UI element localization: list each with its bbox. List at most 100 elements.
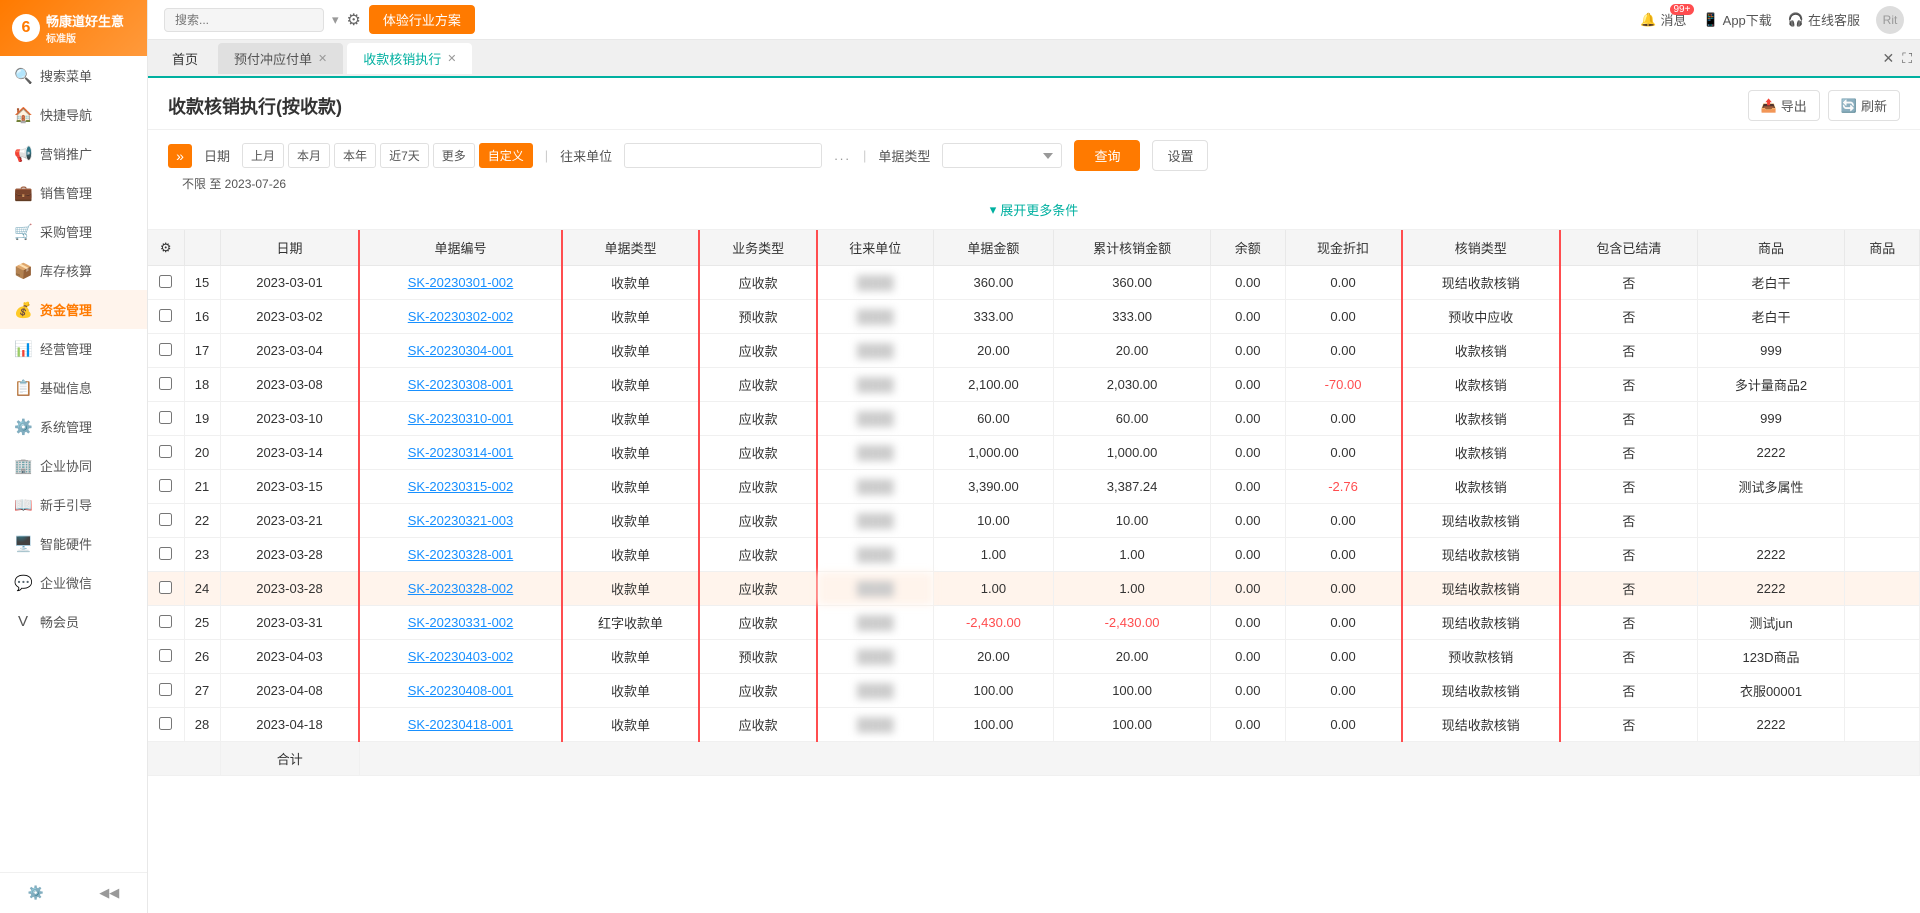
online-service-btn[interactable]: 🎧 在线客服 [1788,10,1860,29]
custom-date-btn[interactable]: 自定义 [479,143,533,168]
sidebar-item-sales[interactable]: 💼 销售管理 [0,173,147,212]
row-checkbox[interactable] [148,674,184,708]
sidebar-item-system[interactable]: ⚙️ 系统管理 [0,407,147,446]
sidebar-item-basic-info[interactable]: 📋 基础信息 [0,368,147,407]
sidebar-item-search[interactable]: 🔍 搜索菜单 [0,56,147,95]
row-bill-no[interactable]: SK-20230328-002 [359,572,561,606]
row-bill-no[interactable]: SK-20230301-002 [359,266,561,300]
tab-prepay[interactable]: 预付冲应付单 ✕ [218,43,343,74]
table-row[interactable]: 23 2023-03-28 SK-20230328-001 收款单 应收款 ██… [148,538,1920,572]
row-select-checkbox[interactable] [159,275,172,288]
expand-more-button[interactable]: ▾ 展开更多条件 [990,200,1079,219]
row-checkbox[interactable] [148,470,184,504]
row-bill-no[interactable]: SK-20230310-001 [359,402,561,436]
tab-fullscreen-btn[interactable]: ⛶ [1902,50,1912,67]
notification-icon[interactable]: 🔔 99+ 消息 [1640,10,1686,29]
row-select-checkbox[interactable] [159,683,172,696]
table-row[interactable]: 27 2023-04-08 SK-20230408-001 收款单 应收款 ██… [148,674,1920,708]
table-row[interactable]: 22 2023-03-21 SK-20230321-003 收款单 应收款 ██… [148,504,1920,538]
setting-button[interactable]: 设置 [1152,140,1208,171]
row-bill-no[interactable]: SK-20230403-002 [359,640,561,674]
row-select-checkbox[interactable] [159,615,172,628]
row-checkbox[interactable] [148,606,184,640]
this-month-btn[interactable]: 本月 [288,143,330,168]
row-checkbox[interactable] [148,708,184,742]
row-checkbox[interactable] [148,266,184,300]
tab-prepay-close-icon[interactable]: ✕ [318,52,327,65]
tab-collection-verify[interactable]: 收款核销执行 ✕ [347,43,472,74]
more-date-btn[interactable]: 更多 [433,143,475,168]
row-bill-no[interactable]: SK-20230308-001 [359,368,561,402]
sidebar-item-marketing[interactable]: 📢 营销推广 [0,134,147,173]
settings-icon[interactable]: ⚙ [347,10,361,30]
table-row[interactable]: 18 2023-03-08 SK-20230308-001 收款单 应收款 ██… [148,368,1920,402]
row-select-checkbox[interactable] [159,479,172,492]
export-button[interactable]: 📤 导出 [1748,90,1820,121]
table-row[interactable]: 21 2023-03-15 SK-20230315-002 收款单 应收款 ██… [148,470,1920,504]
row-checkbox[interactable] [148,368,184,402]
sidebar-item-member[interactable]: V 畅会员 [0,602,147,641]
row-bill-no[interactable]: SK-20230418-001 [359,708,561,742]
sidebar-item-wechat[interactable]: 💬 企业微信 [0,563,147,602]
table-row[interactable]: 17 2023-03-04 SK-20230304-001 收款单 应收款 ██… [148,334,1920,368]
row-bill-no[interactable]: SK-20230328-001 [359,538,561,572]
row-select-checkbox[interactable] [159,649,172,662]
last-month-btn[interactable]: 上月 [242,143,284,168]
sidebar-item-finance[interactable]: 💰 资金管理 [0,290,147,329]
table-container[interactable]: ⚙ 日期 单据编号 单据类型 业务类型 往来单位 单据金额 累计核销金额 余额 … [148,230,1920,913]
row-checkbox[interactable] [148,640,184,674]
industry-solution-button[interactable]: 体验行业方案 [369,5,475,34]
bill-type-select[interactable] [942,143,1062,168]
row-checkbox[interactable] [148,402,184,436]
refresh-button[interactable]: 🔄 刷新 [1828,90,1900,121]
row-bill-no[interactable]: SK-20230315-002 [359,470,561,504]
table-row[interactable]: 26 2023-04-03 SK-20230403-002 收款单 预收款 ██… [148,640,1920,674]
row-bill-no[interactable]: SK-20230331-002 [359,606,561,640]
tab-home[interactable]: 首页 [156,43,214,74]
tab-collection-close-icon[interactable]: ✕ [447,52,456,65]
app-download-btn[interactable]: 📱 App下载 [1702,10,1771,29]
row-bill-no[interactable]: SK-20230314-001 [359,436,561,470]
row-checkbox[interactable] [148,436,184,470]
table-row[interactable]: 15 2023-03-01 SK-20230301-002 收款单 应收款 ██… [148,266,1920,300]
sidebar-item-enterprise[interactable]: 🏢 企业协同 [0,446,147,485]
table-row[interactable]: 20 2023-03-14 SK-20230314-001 收款单 应收款 ██… [148,436,1920,470]
partner-filter-input[interactable] [624,143,822,168]
tab-close-btn[interactable]: ✕ [1882,50,1894,67]
row-bill-no[interactable]: SK-20230408-001 [359,674,561,708]
filter-expand-button[interactable]: » [168,144,192,168]
row-select-checkbox[interactable] [159,343,172,356]
row-checkbox[interactable] [148,538,184,572]
row-select-checkbox[interactable] [159,717,172,730]
this-year-btn[interactable]: 本年 [334,143,376,168]
last-7-days-btn[interactable]: 近7天 [380,143,429,168]
row-select-checkbox[interactable] [159,445,172,458]
table-row[interactable]: 28 2023-04-18 SK-20230418-001 收款单 应收款 ██… [148,708,1920,742]
row-checkbox[interactable] [148,300,184,334]
settings-bottom-btn[interactable]: ⚙️ [20,881,52,905]
sidebar-item-management[interactable]: 📊 经营管理 [0,329,147,368]
sidebar-item-purchase[interactable]: 🛒 采购管理 [0,212,147,251]
user-avatar[interactable]: Rit [1876,6,1904,34]
row-select-checkbox[interactable] [159,581,172,594]
row-bill-no[interactable]: SK-20230304-001 [359,334,561,368]
row-bill-no[interactable]: SK-20230321-003 [359,504,561,538]
sidebar-item-hardware[interactable]: 🖥️ 智能硬件 [0,524,147,563]
th-settings[interactable]: ⚙ [148,230,184,266]
row-checkbox[interactable] [148,504,184,538]
collapse-btn[interactable]: ◀◀ [91,881,127,905]
sidebar-item-inventory[interactable]: 📦 库存核算 [0,251,147,290]
row-checkbox[interactable] [148,572,184,606]
table-row[interactable]: 19 2023-03-10 SK-20230310-001 收款单 应收款 ██… [148,402,1920,436]
row-select-checkbox[interactable] [159,513,172,526]
row-bill-no[interactable]: SK-20230302-002 [359,300,561,334]
row-select-checkbox[interactable] [159,411,172,424]
table-row[interactable]: 25 2023-03-31 SK-20230331-002 红字收款单 应收款 … [148,606,1920,640]
sidebar-item-guide[interactable]: 📖 新手引导 [0,485,147,524]
row-select-checkbox[interactable] [159,309,172,322]
query-button[interactable]: 查询 [1074,140,1140,171]
sidebar-item-quick-nav[interactable]: 🏠 快捷导航 [0,95,147,134]
table-row[interactable]: 16 2023-03-02 SK-20230302-002 收款单 预收款 ██… [148,300,1920,334]
row-select-checkbox[interactable] [159,377,172,390]
top-search-input[interactable] [164,8,324,32]
